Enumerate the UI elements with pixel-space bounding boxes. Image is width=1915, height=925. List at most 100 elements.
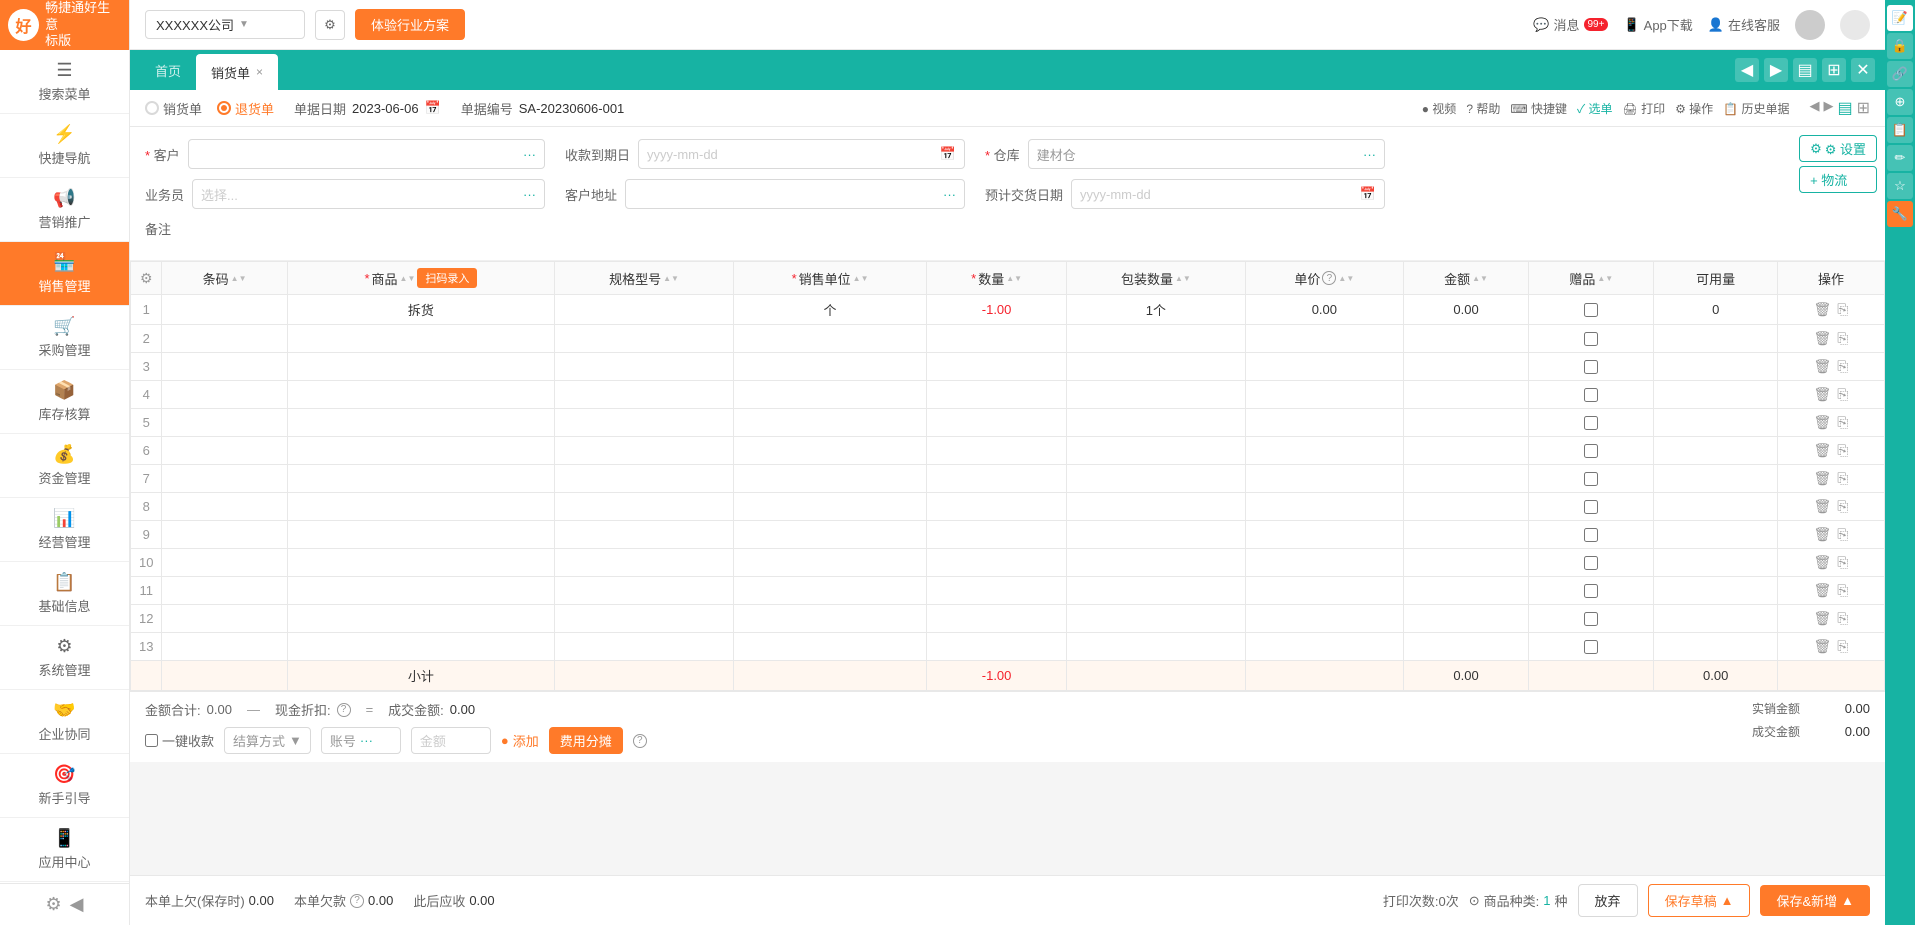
one-key-pay[interactable]: 一键收款 <box>145 731 214 750</box>
cell-product-7[interactable] <box>287 465 554 493</box>
user-avatar-2[interactable] <box>1840 10 1870 40</box>
nav-prev-icon[interactable]: ◀ <box>1809 98 1819 118</box>
cell-unit-12[interactable] <box>733 605 926 633</box>
tab-grid-icon[interactable]: ▤ <box>1793 58 1817 82</box>
cell-amount-11[interactable] <box>1403 577 1528 605</box>
gift-checkbox-4[interactable] <box>1584 388 1598 402</box>
sidebar-item-资金管理[interactable]: 💰资金管理 <box>0 434 129 498</box>
tab-home[interactable]: 首页 <box>140 50 196 90</box>
cell-product-1[interactable]: 拆货 <box>287 295 554 325</box>
cell-price-7[interactable] <box>1245 465 1403 493</box>
cell-gift-10[interactable] <box>1529 549 1654 577</box>
select-order-link[interactable]: ✓ 选单 <box>1577 100 1613 117</box>
warehouse-input[interactable]: 建材仓 ··· <box>1028 139 1385 169</box>
settings-icon[interactable]: ⚙ <box>46 894 62 915</box>
cell-pkg-11[interactable] <box>1066 577 1245 605</box>
cell-spec-5[interactable] <box>555 409 734 437</box>
cell-unit-13[interactable] <box>733 633 926 661</box>
cell-unit-2[interactable] <box>733 325 926 353</box>
cell-spec-9[interactable] <box>555 521 734 549</box>
cell-spec-6[interactable] <box>555 437 734 465</box>
user-avatar[interactable] <box>1795 10 1825 40</box>
copy-icon-5[interactable]: ⎘ <box>1837 414 1848 431</box>
delivery-calendar[interactable]: 📅 <box>1360 186 1376 202</box>
cell-product-3[interactable] <box>287 353 554 381</box>
cell-unit-1[interactable]: 个 <box>733 295 926 325</box>
cell-price-8[interactable] <box>1245 493 1403 521</box>
cell-gift-13[interactable] <box>1529 633 1654 661</box>
copy-icon-1[interactable]: ⎘ <box>1837 301 1848 318</box>
right-panel-link-icon[interactable]: 🔗 <box>1887 61 1913 87</box>
delete-icon-11[interactable]: 🗑 <box>1813 582 1831 599</box>
barcode-sort[interactable]: ▲▼ <box>231 274 247 283</box>
sidebar-item-应用中心[interactable]: 📱应用中心 <box>0 818 129 882</box>
delete-icon-5[interactable]: 🗑 <box>1813 414 1831 431</box>
cell-unit-11[interactable] <box>733 577 926 605</box>
cell-qty-9[interactable] <box>927 521 1067 549</box>
gift-checkbox-10[interactable] <box>1584 556 1598 570</box>
cell-qty-11[interactable] <box>927 577 1067 605</box>
fee-help-icon[interactable]: ? <box>633 734 647 748</box>
cell-gift-8[interactable] <box>1529 493 1654 521</box>
cell-qty-13[interactable] <box>927 633 1067 661</box>
cell-price-9[interactable] <box>1245 521 1403 549</box>
cell-qty-7[interactable] <box>927 465 1067 493</box>
view-icon-1[interactable]: ▤ <box>1837 98 1852 118</box>
cell-qty-2[interactable] <box>927 325 1067 353</box>
view-icon-2[interactable]: ⊞ <box>1857 98 1870 118</box>
sidebar-item-基础信息[interactable]: 📋基础信息 <box>0 562 129 626</box>
copy-icon-13[interactable]: ⎘ <box>1837 638 1848 655</box>
delete-icon-1[interactable]: 🗑 <box>1813 301 1831 318</box>
cell-amount-5[interactable] <box>1403 409 1528 437</box>
cell-gift-4[interactable] <box>1529 381 1654 409</box>
app-download-button[interactable]: 📱 App下载 <box>1623 15 1692 34</box>
online-service-button[interactable]: 👤 在线客服 <box>1708 15 1780 34</box>
cell-product-8[interactable] <box>287 493 554 521</box>
cash-discount-info[interactable]: ? <box>337 703 351 717</box>
cell-product-11[interactable] <box>287 577 554 605</box>
spec-sort[interactable]: ▲▼ <box>663 274 679 283</box>
settings-button[interactable]: ⚙ <box>315 10 345 40</box>
cell-pkg-5[interactable] <box>1066 409 1245 437</box>
cell-product-2[interactable] <box>287 325 554 353</box>
cell-amount-8[interactable] <box>1403 493 1528 521</box>
gift-checkbox-12[interactable] <box>1584 612 1598 626</box>
delete-icon-4[interactable]: 🗑 <box>1813 386 1831 403</box>
customer-address-input[interactable]: ··· <box>625 179 965 209</box>
abandon-button[interactable]: 放弃 <box>1578 884 1638 917</box>
delete-icon-7[interactable]: 🗑 <box>1813 470 1831 487</box>
copy-icon-11[interactable]: ⎘ <box>1837 582 1848 599</box>
cell-gift-11[interactable] <box>1529 577 1654 605</box>
gift-checkbox-7[interactable] <box>1584 472 1598 486</box>
cell-amount-3[interactable] <box>1403 353 1528 381</box>
pkg-sort[interactable]: ▲▼ <box>1175 274 1191 283</box>
cell-pkg-8[interactable] <box>1066 493 1245 521</box>
one-key-pay-checkbox[interactable] <box>145 734 158 747</box>
delete-icon-2[interactable]: 🗑 <box>1813 330 1831 347</box>
cell-barcode-2[interactable] <box>162 325 287 353</box>
cell-barcode-1[interactable] <box>162 295 287 325</box>
date-calendar-icon[interactable]: 📅 <box>425 100 441 116</box>
cell-amount-7[interactable] <box>1403 465 1528 493</box>
cell-unit-10[interactable] <box>733 549 926 577</box>
copy-icon-9[interactable]: ⎘ <box>1837 526 1848 543</box>
delete-icon-3[interactable]: 🗑 <box>1813 358 1831 375</box>
delivery-date-input[interactable]: yyyy-mm-dd 📅 <box>1071 179 1385 209</box>
payment-due-calendar[interactable]: 📅 <box>940 146 956 162</box>
cell-pkg-12[interactable] <box>1066 605 1245 633</box>
cell-pkg-3[interactable] <box>1066 353 1245 381</box>
cell-barcode-9[interactable] <box>162 521 287 549</box>
cell-pkg-1[interactable]: 1个 <box>1066 295 1245 325</box>
cell-gift-1[interactable] <box>1529 295 1654 325</box>
cell-pkg-4[interactable] <box>1066 381 1245 409</box>
cell-barcode-7[interactable] <box>162 465 287 493</box>
cell-gift-6[interactable] <box>1529 437 1654 465</box>
cell-spec-13[interactable] <box>555 633 734 661</box>
cell-pkg-7[interactable] <box>1066 465 1245 493</box>
cell-gift-5[interactable] <box>1529 409 1654 437</box>
copy-icon-2[interactable]: ⎘ <box>1837 330 1848 347</box>
save-new-button[interactable]: 保存&新增 ▲ <box>1760 885 1870 916</box>
price-sort[interactable]: ▲▼ <box>1338 274 1354 283</box>
gift-checkbox-9[interactable] <box>1584 528 1598 542</box>
payment-amount-input[interactable]: 金额 <box>411 727 491 754</box>
